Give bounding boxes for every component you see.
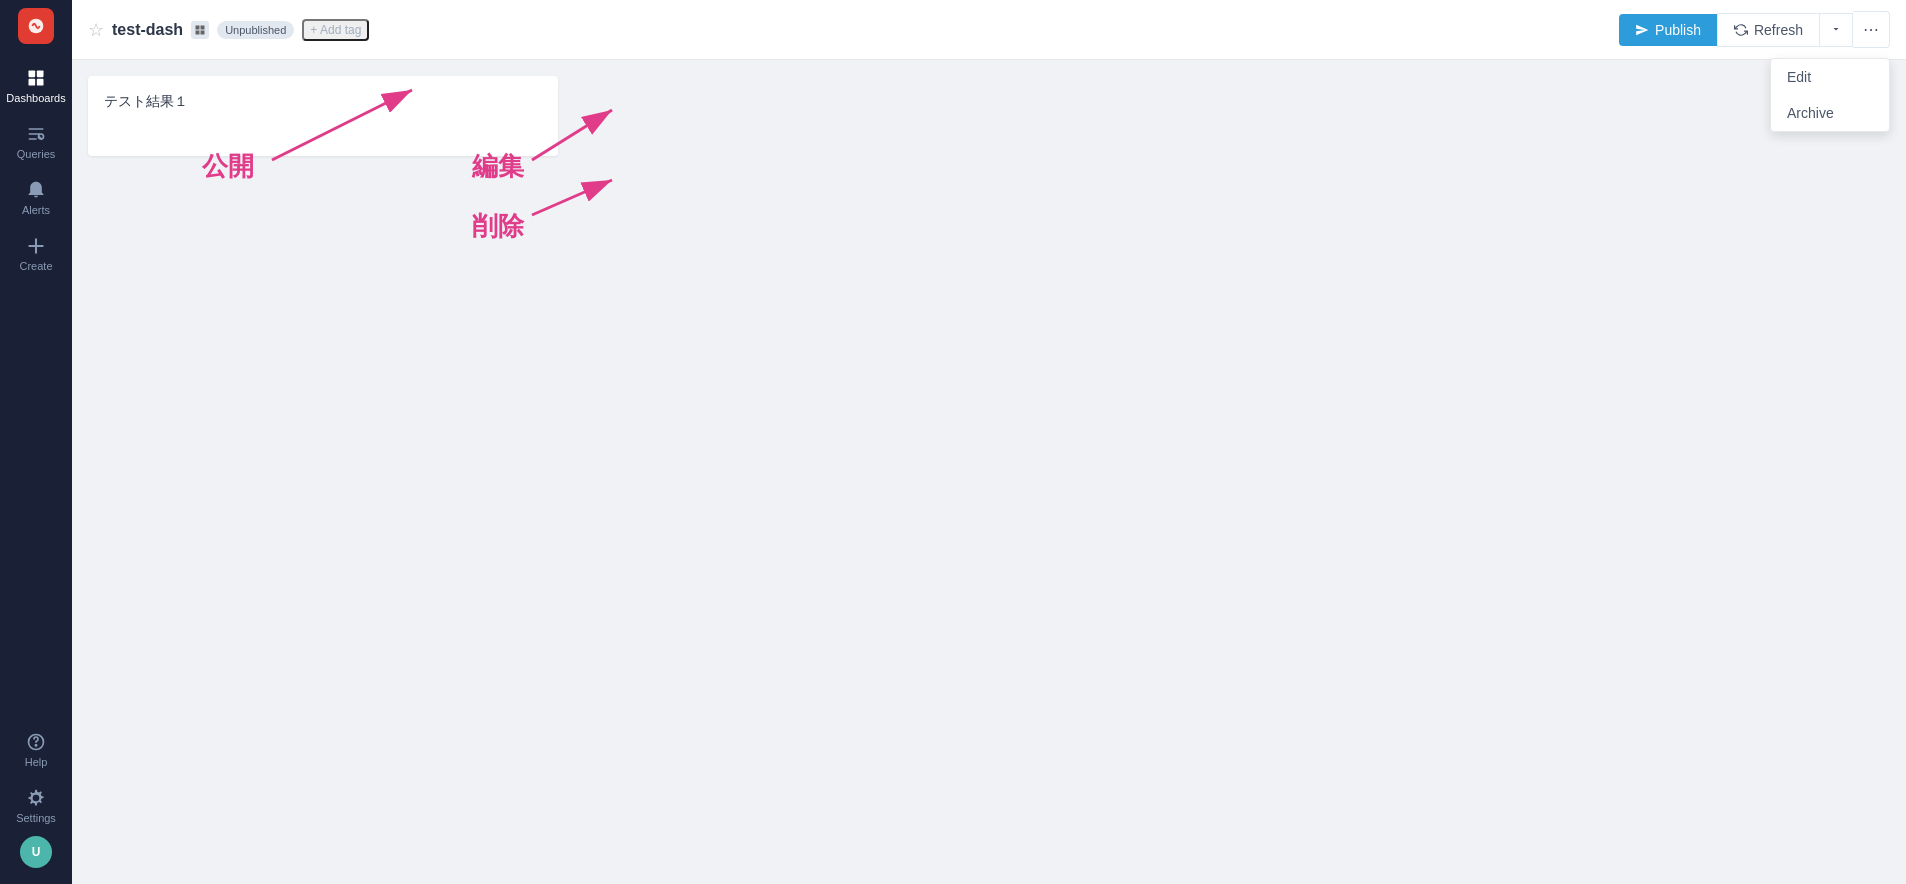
dropdown-item-edit[interactable]: Edit (1771, 59, 1889, 95)
sidebar-item-label: Queries (17, 148, 56, 160)
svg-rect-13 (196, 30, 200, 34)
create-icon (26, 236, 46, 256)
svg-line-20 (532, 180, 612, 215)
publish-button[interactable]: Publish (1619, 14, 1717, 46)
avatar[interactable]: U (20, 836, 52, 868)
help-icon (26, 732, 46, 752)
svg-rect-7 (29, 138, 37, 140)
svg-rect-5 (29, 128, 44, 130)
sidebar-item-label: Help (25, 756, 48, 768)
sidebar-item-dashboards[interactable]: Dashboards (4, 60, 68, 112)
annotation-overlay: 公開 編集 削除 (72, 60, 1906, 884)
dashboard-icon-small (191, 21, 209, 39)
svg-text:削除: 削除 (472, 211, 525, 241)
svg-rect-3 (29, 79, 36, 86)
logo-icon (25, 15, 47, 37)
svg-point-10 (35, 745, 36, 746)
sidebar-item-label: Create (19, 260, 52, 272)
widget-card: テスト結果１ (88, 76, 558, 156)
svg-rect-2 (37, 71, 44, 78)
sidebar-item-queries[interactable]: Queries (4, 116, 68, 168)
dashboard-content: テスト結果１ 公開 編集 削除 (72, 60, 1906, 884)
sidebar-item-create[interactable]: Create (4, 228, 68, 280)
dropdown-menu: Edit Archive (1770, 58, 1890, 132)
sidebar-item-help[interactable]: Help (4, 724, 68, 776)
status-badge: Unpublished (217, 21, 294, 39)
widget-text: テスト結果１ (104, 93, 188, 109)
add-tag-label: + Add tag (310, 23, 361, 37)
svg-rect-12 (201, 25, 205, 29)
header: ☆ test-dash Unpublished + Add tag Publis… (72, 0, 1906, 60)
settings-icon (26, 788, 46, 808)
alerts-icon (26, 180, 46, 200)
main-content: ☆ test-dash Unpublished + Add tag Publis… (72, 0, 1906, 884)
add-tag-button[interactable]: + Add tag (302, 19, 369, 41)
svg-point-8 (39, 134, 44, 139)
more-options-button[interactable]: ⋯ (1853, 11, 1890, 48)
refresh-label: Refresh (1754, 22, 1803, 38)
sidebar: Dashboards Queries Alerts Create (0, 0, 72, 884)
header-actions: Publish Refresh ⋯ (1619, 11, 1890, 48)
dashboard-icon (26, 68, 46, 88)
publish-label: Publish (1655, 22, 1701, 38)
publish-icon (1635, 23, 1649, 37)
svg-rect-11 (196, 25, 200, 29)
app-logo[interactable] (18, 8, 54, 44)
svg-rect-14 (201, 30, 205, 34)
sidebar-item-alerts[interactable]: Alerts (4, 172, 68, 224)
sidebar-item-label: Alerts (22, 204, 50, 216)
queries-icon (26, 124, 46, 144)
sidebar-bottom: Help Settings U (4, 724, 68, 876)
refresh-icon (1734, 23, 1748, 37)
sidebar-nav: Dashboards Queries Alerts Create (4, 60, 68, 724)
svg-rect-1 (29, 71, 36, 78)
sidebar-item-label: Dashboards (6, 92, 65, 104)
sidebar-item-settings[interactable]: Settings (4, 780, 68, 832)
dropdown-item-archive[interactable]: Archive (1771, 95, 1889, 131)
page-title: test-dash (112, 21, 183, 39)
dropdown-arrow-button[interactable] (1820, 13, 1853, 47)
sidebar-item-label: Settings (16, 812, 56, 824)
refresh-button[interactable]: Refresh (1717, 13, 1820, 47)
more-dots: ⋯ (1863, 21, 1879, 38)
svg-rect-4 (37, 79, 44, 86)
favorite-star[interactable]: ☆ (88, 19, 104, 41)
chevron-down-icon (1830, 23, 1842, 35)
